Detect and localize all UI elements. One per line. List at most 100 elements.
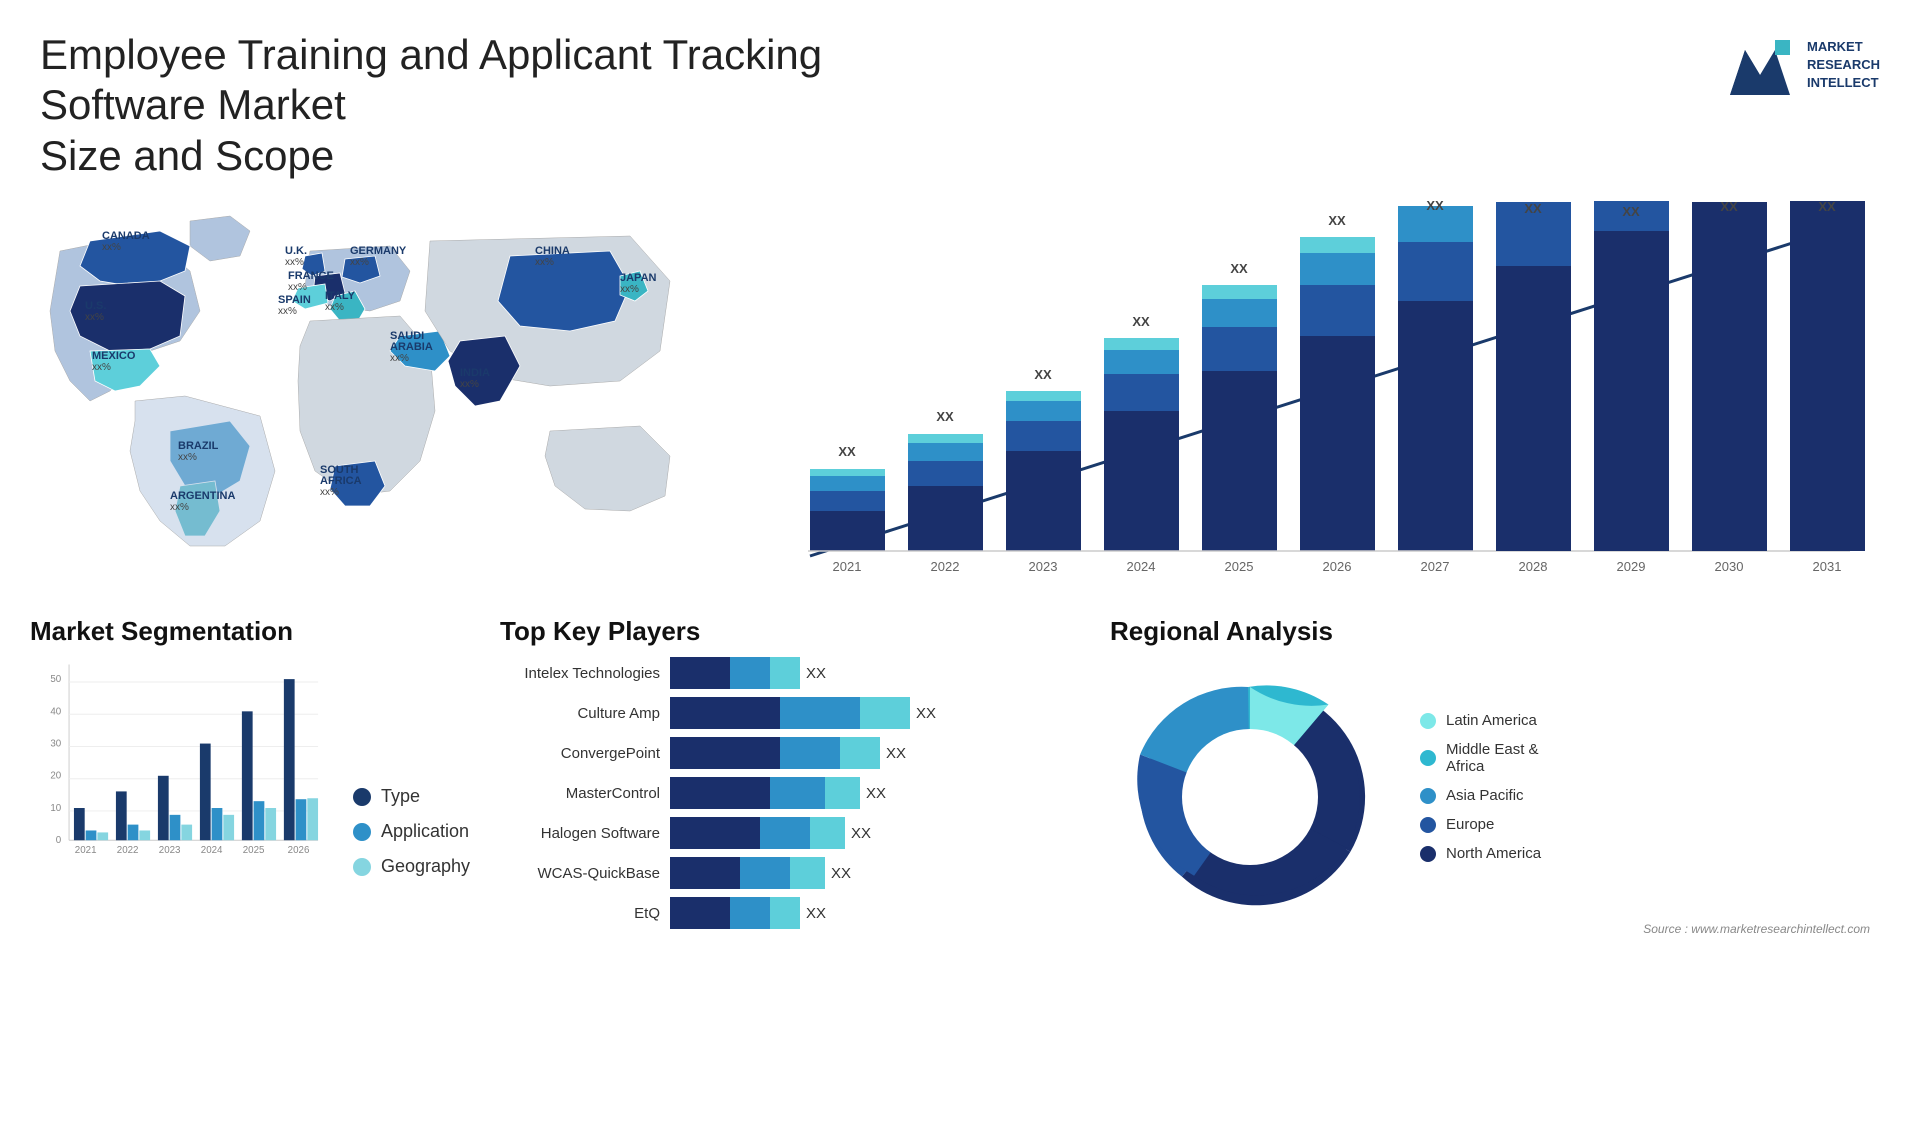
legend-type-dot (353, 788, 371, 806)
legend-type-label: Type (381, 786, 420, 807)
title-line2: Size and Scope (40, 132, 334, 179)
argentina-label: ARGENTINA (170, 490, 235, 502)
players-bars-list: Intelex Technologies XX Culture Amp (500, 657, 1080, 929)
player-row-etq: EtQ XX (500, 897, 1080, 929)
bar-chart-svg: XX XX XX XX XX (750, 201, 1870, 591)
legend-latin-america-label: Latin America (1446, 712, 1537, 729)
svg-text:2027: 2027 (1421, 559, 1450, 574)
legend-middle-east-label: Middle East &Africa (1446, 741, 1539, 775)
svg-text:xx%: xx% (285, 257, 304, 268)
world-map: CANADA xx% U.S. xx% MEXICO xx% BRAZIL xx… (30, 191, 710, 571)
svg-text:20: 20 (50, 771, 61, 782)
player-bar-master: XX (670, 777, 886, 809)
bar-2021-seg2 (810, 491, 885, 511)
china-label: CHINA (535, 245, 570, 257)
svg-text:2023: 2023 (159, 845, 181, 856)
bar-2023-seg2 (1006, 421, 1081, 451)
player-name-halogen: Halogen Software (500, 825, 660, 842)
legend-asia-pacific: Asia Pacific (1420, 787, 1541, 804)
legend-north-america-dot (1420, 846, 1436, 862)
svg-text:xx%: xx% (170, 502, 189, 513)
bar-2021-seg4 (810, 469, 885, 476)
map-svg: CANADA xx% U.S. xx% MEXICO xx% BRAZIL xx… (30, 191, 710, 571)
player-name-wcas: WCAS-QuickBase (500, 865, 660, 882)
svg-text:2024: 2024 (1127, 559, 1156, 574)
canada-label: CANADA (102, 230, 150, 242)
player-bar-culture: XX (670, 697, 936, 729)
svg-text:2024: 2024 (201, 845, 223, 856)
player-row-master: MasterControl XX (500, 777, 1080, 809)
title-line1: Employee Training and Applicant Tracking… (40, 31, 822, 128)
bar-2022-seg1 (908, 486, 983, 551)
svg-text:XX: XX (1132, 314, 1150, 329)
legend-europe: Europe (1420, 816, 1541, 833)
legend-geography-dot (353, 858, 371, 876)
segmentation-title: Market Segmentation (30, 616, 470, 647)
player-name-etq: EtQ (500, 905, 660, 922)
player-bar-halogen: XX (670, 817, 871, 849)
svg-text:XX: XX (936, 409, 954, 424)
bar-2025-seg1 (1202, 371, 1277, 551)
player-name-culture: Culture Amp (500, 705, 660, 722)
logo-text: MARKETRESEARCHINTELLECT (1807, 38, 1880, 93)
svg-text:XX: XX (1622, 204, 1640, 219)
svg-text:XX: XX (1720, 201, 1738, 214)
svg-text:xx%: xx% (102, 242, 121, 253)
donut-area: Latin America Middle East &Africa Asia P… (1110, 657, 1890, 917)
svg-text:ARABIA: ARABIA (390, 341, 433, 353)
svg-text:XX: XX (1524, 201, 1542, 216)
legend-type: Type (353, 786, 470, 807)
legend-geography-label: Geography (381, 856, 470, 877)
player-name-converge: ConvergePoint (500, 745, 660, 762)
player-bar-intelex: XX (670, 657, 826, 689)
legend-application-label: Application (381, 821, 469, 842)
svg-text:2031: 2031 (1813, 559, 1842, 574)
bar-2022-seg4 (908, 434, 983, 443)
svg-text:2021: 2021 (833, 559, 862, 574)
svg-text:xx%: xx% (278, 306, 297, 317)
svg-text:XX: XX (1818, 201, 1836, 214)
svg-text:40: 40 (50, 706, 61, 717)
india-label: INDIA (460, 367, 490, 379)
legend-middle-east-dot (1420, 750, 1436, 766)
bar-2023-seg3 (1006, 401, 1081, 421)
legend-geography: Geography (353, 856, 470, 877)
legend-europe-label: Europe (1446, 816, 1494, 833)
regional-title: Regional Analysis (1110, 616, 1890, 647)
germany-label: GERMANY (350, 245, 407, 257)
donut-chart (1110, 657, 1390, 917)
player-bar-wcas: XX (670, 857, 851, 889)
italy-label: ITALY (325, 290, 356, 302)
bar-2024-seg3 (1104, 350, 1179, 374)
svg-text:2026: 2026 (288, 845, 310, 856)
bar-2027-seg2 (1398, 242, 1473, 301)
svg-text:xx%: xx% (178, 452, 197, 463)
svg-text:2022: 2022 (931, 559, 960, 574)
bar-2026-seg2 (1300, 285, 1375, 336)
player-row-halogen: Halogen Software XX (500, 817, 1080, 849)
svg-text:2029: 2029 (1617, 559, 1646, 574)
svg-text:50: 50 (50, 674, 61, 685)
bar-chart-section: XX XX XX XX XX (730, 191, 1890, 606)
bar-2021-seg3 (810, 476, 885, 491)
mexico-label: MEXICO (92, 350, 136, 362)
segmentation-chart: 0 10 20 30 40 50 60 (30, 657, 323, 877)
bar-2025-seg4 (1202, 285, 1277, 299)
legend-asia-pacific-dot (1420, 788, 1436, 804)
bar-2022-seg2 (908, 461, 983, 486)
legend-north-america: North America (1420, 845, 1541, 862)
svg-text:2026: 2026 (1323, 559, 1352, 574)
bar-2023-seg1 (1006, 451, 1081, 551)
player-name-master: MasterControl (500, 785, 660, 802)
player-row-wcas: WCAS-QuickBase XX (500, 857, 1080, 889)
legend-middle-east: Middle East &Africa (1420, 741, 1541, 775)
svg-text:xx%: xx% (535, 257, 554, 268)
logo-icon (1725, 30, 1795, 100)
spain-label: SPAIN (278, 294, 311, 306)
svg-text:2025: 2025 (243, 845, 265, 856)
brazil-label: BRAZIL (178, 440, 219, 452)
bar-2026-seg3 (1300, 253, 1375, 285)
segmentation-section: Market Segmentation 0 10 20 30 40 50 60 (30, 616, 470, 936)
legend-asia-pacific-label: Asia Pacific (1446, 787, 1524, 804)
header: Employee Training and Applicant Tracking… (0, 0, 1920, 191)
